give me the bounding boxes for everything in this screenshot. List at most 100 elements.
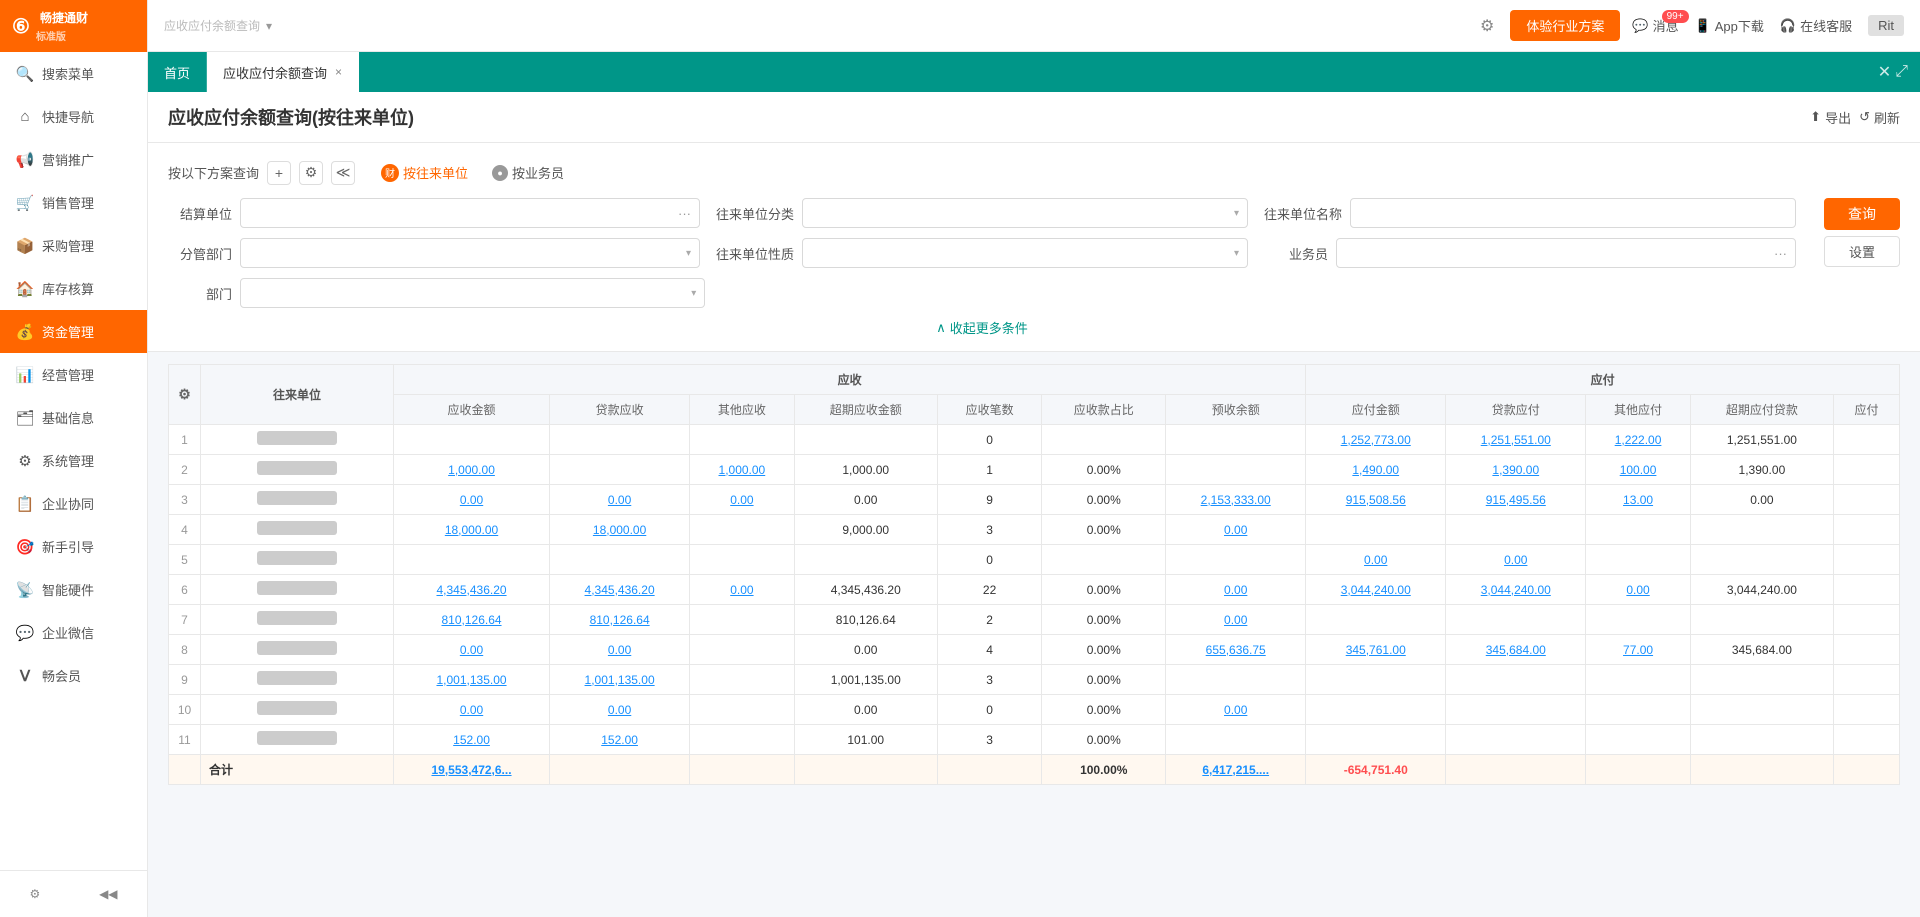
salesman-input[interactable]: ··· <box>1336 238 1796 268</box>
tab-close-icon[interactable]: × <box>335 65 342 79</box>
trial-btn[interactable]: 体验行业方案 <box>1510 10 1620 41</box>
table-cell[interactable] <box>1306 605 1446 635</box>
table-cell[interactable]: 1,000.00 <box>690 455 795 485</box>
table-cell[interactable] <box>1166 545 1306 575</box>
partner-name-input[interactable] <box>1350 198 1796 228</box>
table-cell[interactable]: 4,345,436.20 <box>393 575 549 605</box>
table-cell[interactable] <box>1446 695 1586 725</box>
table-cell[interactable] <box>1586 665 1691 695</box>
table-cell[interactable]: 1,222.00 <box>1586 425 1691 455</box>
sidebar-item-member[interactable]: Ⅴ 畅会员 <box>0 654 147 697</box>
table-cell[interactable]: 1,490.00 <box>1306 455 1446 485</box>
table-cell[interactable]: 4,345,436.20 <box>550 575 690 605</box>
table-cell[interactable]: 77.00 <box>1586 635 1691 665</box>
settlement-unit-input[interactable]: ··· <box>240 198 700 228</box>
table-cell[interactable] <box>393 545 549 575</box>
table-cell[interactable]: 915,495.56 <box>1446 485 1586 515</box>
table-cell[interactable]: 3,044,240.00 <box>1446 575 1586 605</box>
sidebar-item-newbie[interactable]: 🎯 新手引导 <box>0 525 147 568</box>
table-cell[interactable] <box>1586 695 1691 725</box>
table-cell[interactable] <box>1306 665 1446 695</box>
table-cell[interactable] <box>690 635 795 665</box>
table-cell[interactable] <box>1446 665 1586 695</box>
plan-by-salesman[interactable]: ● 按业务员 <box>482 159 574 186</box>
sidebar-item-hardware[interactable]: 📡 智能硬件 <box>0 568 147 611</box>
table-cell[interactable] <box>690 605 795 635</box>
table-cell[interactable] <box>1166 425 1306 455</box>
table-cell[interactable] <box>690 725 795 755</box>
table-cell[interactable]: 810,126.64 <box>550 605 690 635</box>
table-cell[interactable]: 0.00 <box>1166 515 1306 545</box>
table-cell[interactable] <box>1306 515 1446 545</box>
table-cell[interactable]: 1,390.00 <box>1446 455 1586 485</box>
export-btn[interactable]: ⬆ 导出 <box>1810 108 1851 127</box>
table-cell[interactable] <box>1446 725 1586 755</box>
table-cell[interactable] <box>690 665 795 695</box>
table-cell[interactable]: 152.00 <box>550 725 690 755</box>
table-cell[interactable]: 0.00 <box>1166 575 1306 605</box>
message-btn[interactable]: 💬 消息 99+ <box>1632 16 1678 35</box>
sidebar-item-search-menu[interactable]: 🔍 搜索菜单 <box>0 52 147 95</box>
collapse-scheme-btn[interactable]: ≪ <box>331 161 355 185</box>
table-cell[interactable]: 0.00 <box>550 635 690 665</box>
table-cell[interactable]: 18,000.00 <box>550 515 690 545</box>
sidebar-item-system[interactable]: ⚙ 系统管理 <box>0 439 147 482</box>
table-cell[interactable] <box>1306 695 1446 725</box>
online-service-btn[interactable]: 🎧 在线客服 <box>1780 16 1852 35</box>
table-cell[interactable] <box>550 455 690 485</box>
table-cell[interactable] <box>1446 515 1586 545</box>
query-btn[interactable]: 查询 <box>1824 198 1900 230</box>
table-cell[interactable] <box>690 695 795 725</box>
table-cell[interactable]: 100.00 <box>1586 455 1691 485</box>
table-cell[interactable]: 0.00 <box>550 695 690 725</box>
sidebar-item-weixin[interactable]: 💬 企业微信 <box>0 611 147 654</box>
table-cell[interactable] <box>1586 725 1691 755</box>
table-cell[interactable] <box>393 425 549 455</box>
add-scheme-btn[interactable]: + <box>267 161 291 185</box>
tab-ar-ap[interactable]: 应收应付余额查询 × <box>207 52 359 92</box>
user-avatar[interactable]: Rit <box>1868 18 1904 33</box>
sidebar-item-operation[interactable]: 📊 经营管理 <box>0 353 147 396</box>
table-settings-icon[interactable]: ⚙ <box>178 386 191 402</box>
partner-nature-select[interactable]: ▾ <box>802 238 1248 268</box>
footer-ar-prepay[interactable]: 6,417,215.... <box>1166 755 1306 785</box>
table-cell[interactable]: 0.00 <box>550 485 690 515</box>
table-cell[interactable]: 345,761.00 <box>1306 635 1446 665</box>
dept-select[interactable]: ▾ <box>240 278 705 308</box>
table-cell[interactable]: 1,251,551.00 <box>1446 425 1586 455</box>
table-cell[interactable] <box>1446 605 1586 635</box>
table-cell[interactable] <box>1166 725 1306 755</box>
table-cell[interactable]: 0.00 <box>1166 695 1306 725</box>
table-cell[interactable]: 915,508.56 <box>1306 485 1446 515</box>
refresh-btn[interactable]: ↺ 刷新 <box>1859 108 1900 127</box>
table-cell[interactable]: 0.00 <box>1166 605 1306 635</box>
table-cell[interactable] <box>690 425 795 455</box>
table-cell[interactable]: 0.00 <box>393 485 549 515</box>
table-cell[interactable] <box>1166 665 1306 695</box>
table-cell[interactable]: 1,252,773.00 <box>1306 425 1446 455</box>
table-cell[interactable]: 345,684.00 <box>1446 635 1586 665</box>
table-cell[interactable]: 1,001,135.00 <box>393 665 549 695</box>
tab-close-btn[interactable]: ✕ <box>1878 62 1891 82</box>
partner-category-select[interactable]: ▾ <box>802 198 1248 228</box>
tab-expand-btn[interactable]: ⤢ <box>1895 63 1908 81</box>
sidebar-item-purchase[interactable]: 📦 采购管理 <box>0 224 147 267</box>
table-cell[interactable]: 0.00 <box>690 575 795 605</box>
table-cell[interactable] <box>690 515 795 545</box>
table-cell[interactable] <box>1166 455 1306 485</box>
table-cell[interactable]: 1,001,135.00 <box>550 665 690 695</box>
table-cell[interactable]: 3,044,240.00 <box>1306 575 1446 605</box>
table-cell[interactable]: 2,153,333.00 <box>1166 485 1306 515</box>
footer-ar-amount[interactable]: 19,553,472,6... <box>393 755 549 785</box>
table-cell[interactable]: 0.00 <box>393 695 549 725</box>
collapse-conditions-btn[interactable]: ∧ 收起更多条件 <box>168 312 1796 343</box>
table-cell[interactable]: 655,636.75 <box>1166 635 1306 665</box>
sidebar-item-inventory[interactable]: 🏠 库存核算 <box>0 267 147 310</box>
tab-home[interactable]: 首页 <box>148 52 207 92</box>
table-cell[interactable] <box>1586 545 1691 575</box>
table-cell[interactable] <box>1306 725 1446 755</box>
table-cell[interactable]: 0.00 <box>1306 545 1446 575</box>
table-cell[interactable]: 18,000.00 <box>393 515 549 545</box>
setting-btn[interactable]: 设置 <box>1824 236 1900 267</box>
table-cell[interactable]: 152.00 <box>393 725 549 755</box>
